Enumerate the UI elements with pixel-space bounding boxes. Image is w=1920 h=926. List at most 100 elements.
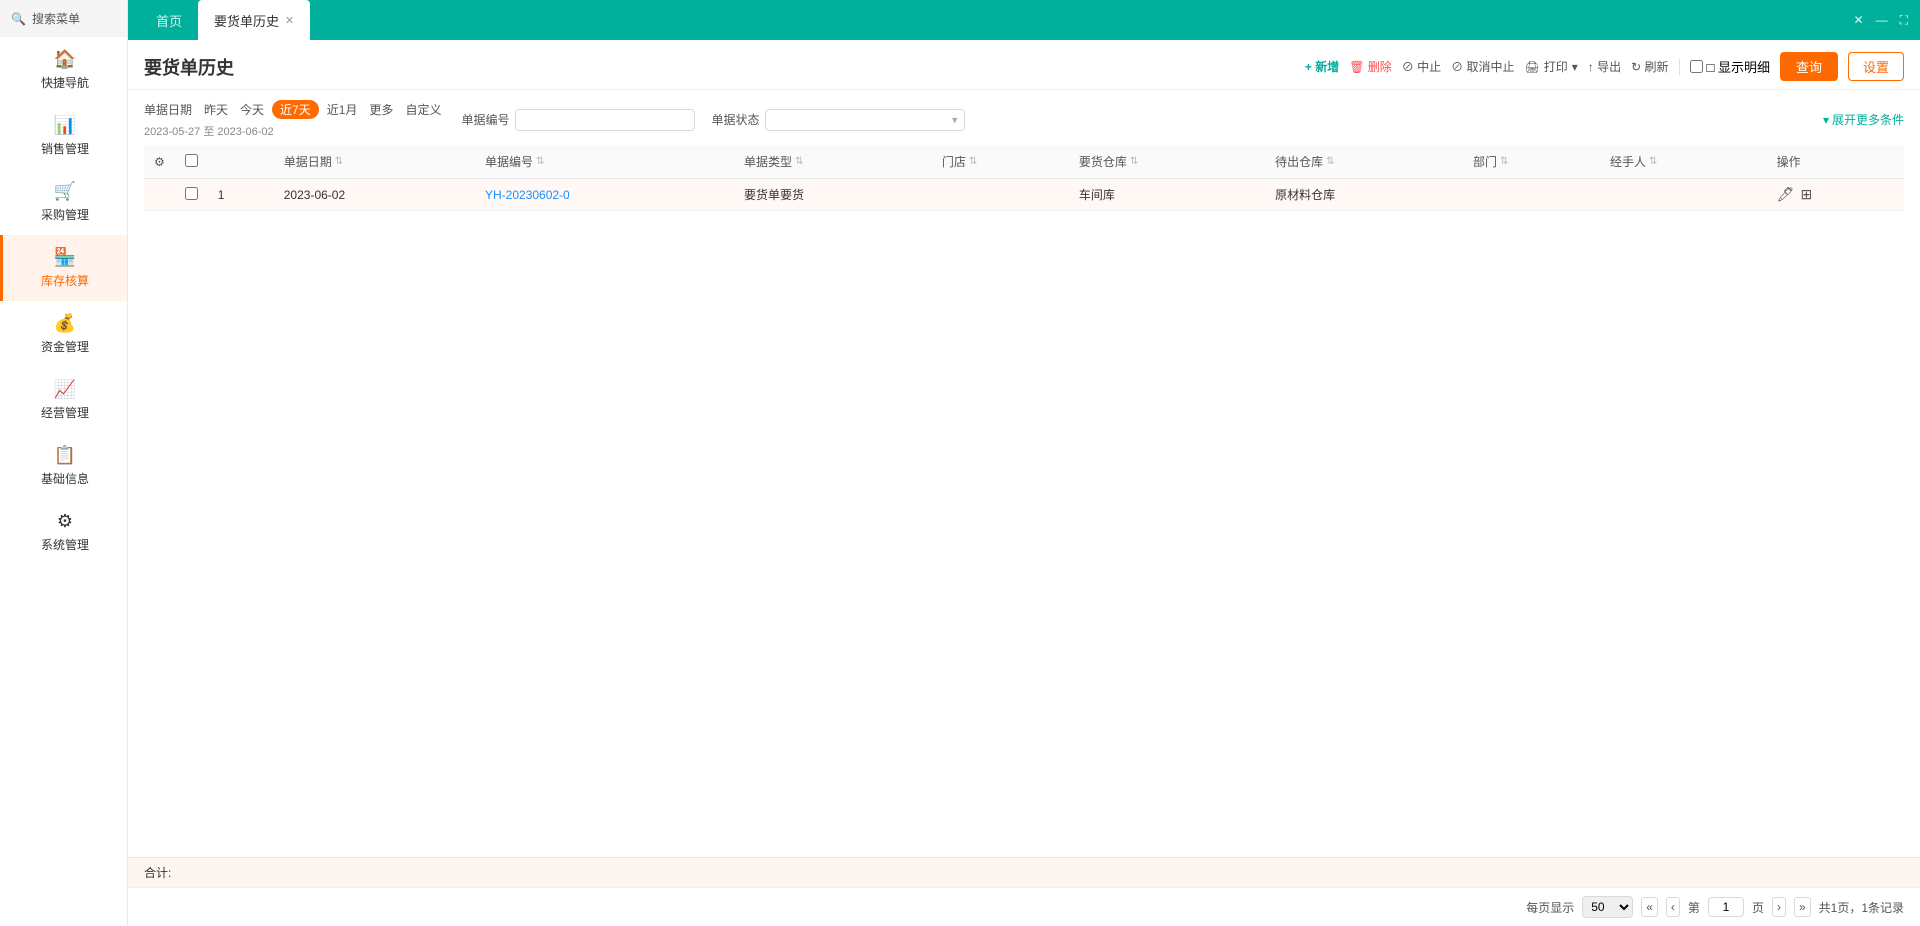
- window-close-button[interactable]: ✕: [1854, 13, 1864, 27]
- tab-history[interactable]: 要货单历史 ✕: [198, 0, 310, 40]
- col-action: 操作: [1767, 145, 1904, 179]
- col-bill-no-label: 单据编号: [485, 153, 533, 170]
- window-maximize-button[interactable]: ⛶: [1900, 13, 1908, 28]
- expand-filter-label: 展开更多条件: [1832, 111, 1904, 128]
- sort-icon-bill-type: ⇅: [795, 156, 803, 167]
- trending-icon: 📈: [54, 379, 76, 400]
- cart-icon: 🛒: [54, 181, 76, 202]
- col-pending-warehouse[interactable]: 待出仓库 ⇅: [1265, 145, 1463, 179]
- date-btn-yesterday[interactable]: 昨天: [200, 100, 232, 119]
- sidebar-item-label: 资金管理: [41, 338, 89, 355]
- tab-home[interactable]: 首页: [140, 0, 198, 40]
- date-filter-label: 单据日期: [144, 101, 192, 118]
- status-label: 单据状态: [711, 111, 759, 128]
- sidebar-item-operation[interactable]: 📈 经营管理: [0, 367, 127, 433]
- col-settings[interactable]: ⚙: [144, 145, 175, 179]
- col-bill-no[interactable]: 单据编号 ⇅: [475, 145, 734, 179]
- col-bill-type[interactable]: 单据类型 ⇅: [734, 145, 932, 179]
- query-button[interactable]: 查询: [1780, 52, 1838, 81]
- last-page-button[interactable]: »: [1794, 897, 1811, 917]
- col-department[interactable]: 部门 ⇅: [1463, 145, 1600, 179]
- tab-close-icon[interactable]: ✕: [285, 14, 294, 27]
- delete-button[interactable]: 🗑 删除: [1349, 58, 1392, 75]
- print-button[interactable]: 🖨 打印 ▾: [1524, 58, 1577, 75]
- row-checkbox[interactable]: [185, 187, 198, 200]
- window-minimize-button[interactable]: —: [1876, 13, 1888, 27]
- setting-button[interactable]: 设置: [1848, 52, 1904, 81]
- date-btn-more[interactable]: 更多: [365, 100, 397, 119]
- page-input-prefix: 第: [1688, 899, 1700, 916]
- topbar: 首页 要货单历史 ✕ ✕ — ⛶: [128, 0, 1920, 40]
- bill-no-filter: 单据编号: [461, 109, 695, 131]
- sidebar-item-label: 快捷导航: [41, 74, 89, 91]
- sidebar-item-quick-nav[interactable]: 🏠 快捷导航: [0, 37, 127, 103]
- new-button[interactable]: + 新增: [1305, 58, 1339, 75]
- status-select[interactable]: [765, 109, 965, 131]
- stop-button[interactable]: ⊘ 中止: [1402, 58, 1441, 75]
- col-date-label: 单据日期: [284, 153, 332, 170]
- bill-no-label: 单据编号: [461, 111, 509, 128]
- bill-no-input[interactable]: [515, 109, 695, 131]
- date-btn-1month[interactable]: 近1月: [323, 100, 362, 119]
- table-header-row: ⚙ 单据日期 ⇅ 单据编号: [144, 145, 1904, 179]
- col-store[interactable]: 门店 ⇅: [932, 145, 1069, 179]
- row-req-warehouse-cell: 车间库: [1069, 179, 1265, 211]
- row-checkbox-cell: [175, 179, 208, 211]
- col-pending-warehouse-label: 待出仓库: [1275, 153, 1323, 170]
- row-seq-cell: 1: [208, 179, 274, 211]
- row-handler-cell: [1600, 179, 1767, 211]
- page-number-input[interactable]: [1708, 897, 1744, 917]
- row-store-cell: [932, 179, 1069, 211]
- date-btn-7days[interactable]: 近7天: [272, 100, 319, 119]
- col-handler[interactable]: 经手人 ⇅: [1600, 145, 1767, 179]
- export-button[interactable]: ↑ 导出: [1588, 58, 1621, 75]
- store-icon: 🏪: [54, 247, 76, 268]
- date-range-display: 2023-05-27 至 2023-06-02: [144, 123, 274, 139]
- sidebar-item-purchase[interactable]: 🛒 采购管理: [0, 169, 127, 235]
- row-copy-button[interactable]: ⊞: [1800, 186, 1812, 203]
- sort-icon-handler: ⇅: [1649, 156, 1657, 167]
- row-bill-type-cell: 要货单要货: [734, 179, 932, 211]
- sidebar-search[interactable]: 🔍 搜索菜单: [0, 0, 127, 37]
- sidebar-item-label: 采购管理: [41, 206, 89, 223]
- sort-icon-bill-no: ⇅: [536, 156, 544, 167]
- sidebar-item-basic[interactable]: 📋 基础信息: [0, 433, 127, 499]
- total-label: 合计:: [144, 866, 171, 880]
- date-btn-custom[interactable]: 自定义: [401, 100, 445, 119]
- display-detail-toggle[interactable]: □ 显示明细: [1690, 57, 1770, 76]
- cancel-stop-button[interactable]: ⊘ 取消中止: [1451, 58, 1514, 75]
- row-edit-button[interactable]: 🖊: [1777, 186, 1795, 203]
- col-req-warehouse[interactable]: 要货仓库 ⇅: [1069, 145, 1265, 179]
- home-icon: 🏠: [54, 49, 76, 70]
- col-store-label: 门店: [942, 153, 966, 170]
- expand-chevron-icon: ▾: [1823, 113, 1829, 127]
- data-table: ⚙ 单据日期 ⇅ 单据编号: [144, 145, 1904, 211]
- toolbar-divider: [1679, 59, 1680, 75]
- page-size-select[interactable]: 10 20 50 100: [1582, 896, 1633, 918]
- sidebar-item-label: 基础信息: [41, 470, 89, 487]
- refresh-button[interactable]: ↻ 刷新: [1631, 58, 1668, 75]
- money-icon: 💰: [54, 313, 76, 334]
- next-page-button[interactable]: ›: [1772, 897, 1786, 917]
- col-date[interactable]: 单据日期 ⇅: [274, 145, 475, 179]
- sidebar-item-inventory[interactable]: 🏪 库存核算: [0, 235, 127, 301]
- col-bill-type-label: 单据类型: [744, 153, 792, 170]
- select-all-checkbox[interactable]: [185, 154, 198, 167]
- sidebar-item-finance[interactable]: 💰 资金管理: [0, 301, 127, 367]
- row-department-cell: [1463, 179, 1600, 211]
- col-department-label: 部门: [1473, 153, 1497, 170]
- tab-history-label: 要货单历史: [214, 11, 279, 30]
- row-bill-no-link[interactable]: YH-20230602-0: [485, 188, 570, 202]
- page-title: 要货单历史: [144, 54, 234, 80]
- sort-icon-store: ⇅: [969, 156, 977, 167]
- display-detail-checkbox[interactable]: [1690, 60, 1703, 73]
- sort-icon-req-warehouse: ⇅: [1130, 156, 1138, 167]
- prev-page-button[interactable]: ‹: [1666, 897, 1680, 917]
- expand-filter-button[interactable]: ▾ 展开更多条件: [1823, 111, 1904, 128]
- date-btn-today[interactable]: 今天: [236, 100, 268, 119]
- sidebar-item-sales[interactable]: 📊 销售管理: [0, 103, 127, 169]
- sidebar-item-system[interactable]: ⚙ 系统管理: [0, 499, 127, 565]
- main-area: 首页 要货单历史 ✕ ✕ — ⛶ 要货单历史 + 新增 🗑 删除 ⊘ 中止 ⊘ …: [128, 0, 1920, 926]
- first-page-button[interactable]: «: [1641, 897, 1658, 917]
- gear-icon: ⚙: [57, 511, 73, 532]
